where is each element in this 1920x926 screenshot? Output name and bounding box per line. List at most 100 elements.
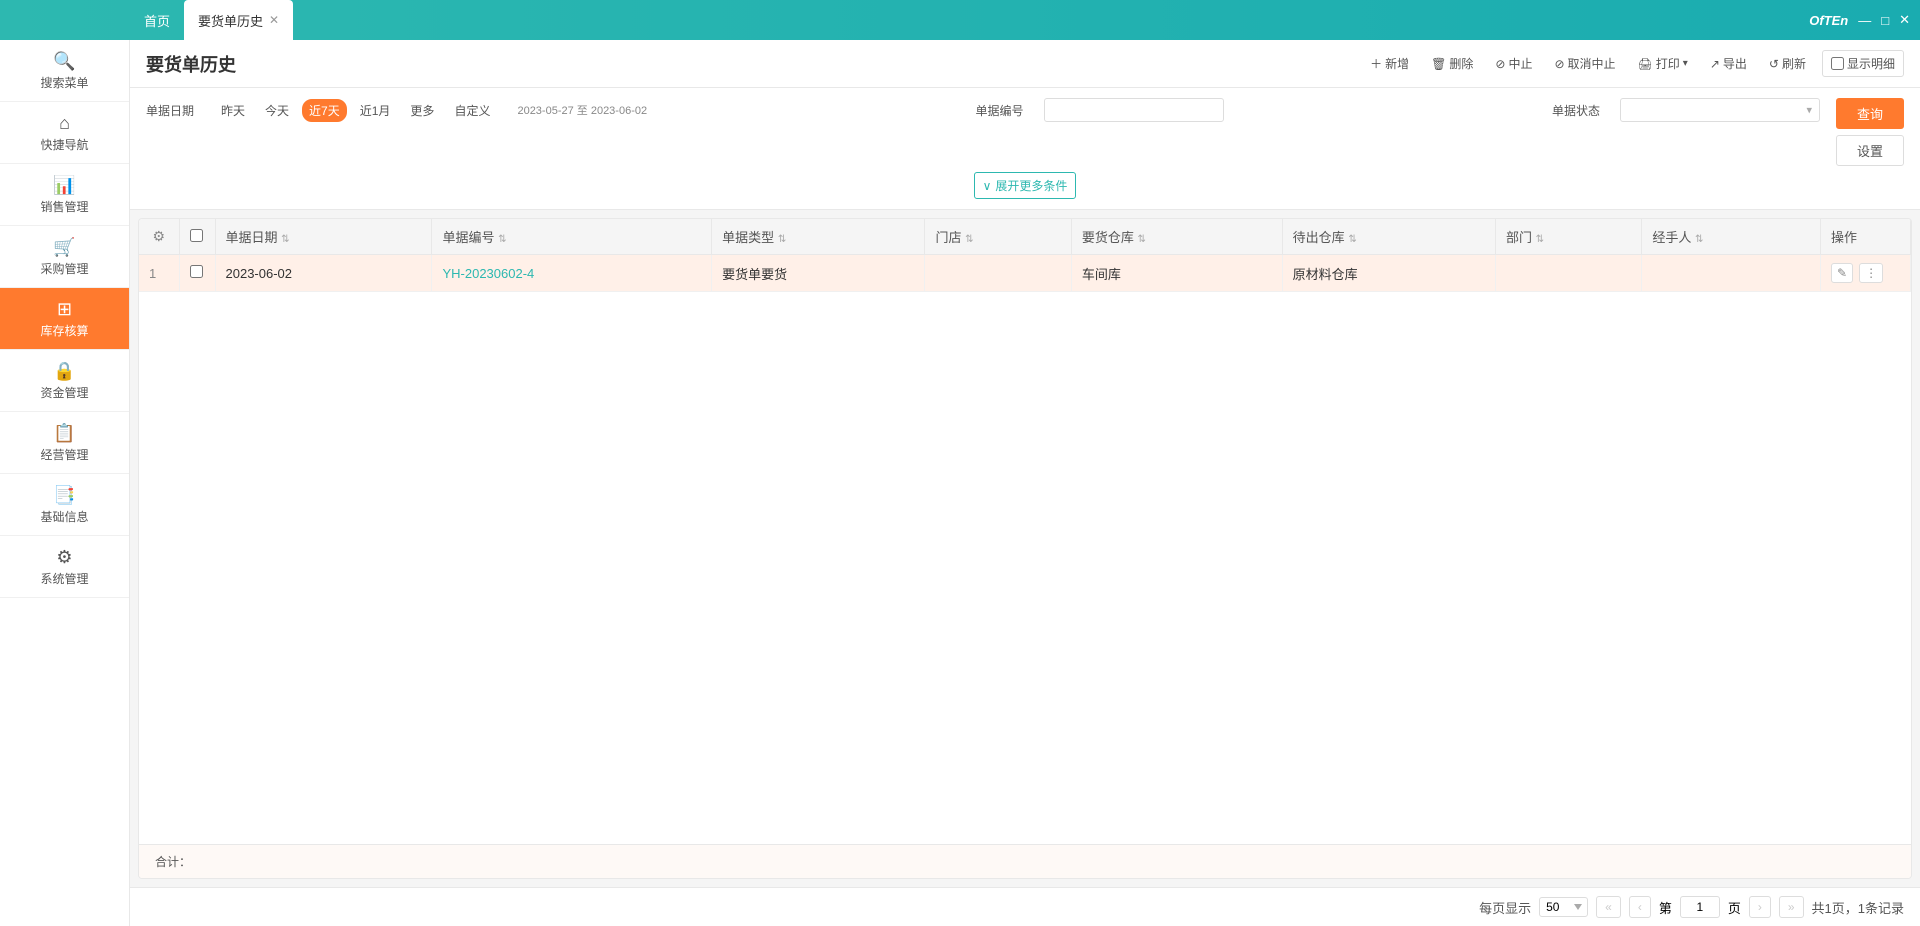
date-range-display: 2023-05-27 至 2023-06-02 (517, 102, 647, 118)
quick-date-7days[interactable]: 近7天 (302, 99, 347, 122)
sidebar-item-label: 采购管理 (40, 260, 88, 277)
sidebar-item-label: 搜索菜单 (40, 74, 88, 91)
print-icon: 🖨 (1638, 57, 1653, 71)
sidebar-item-sales[interactable]: 📊 销售管理 (0, 164, 129, 226)
sort-handler-icon: ⇅ (1695, 234, 1703, 245)
sidebar-item-system[interactable]: ⚙ 系统管理 (0, 536, 129, 598)
refresh-label: 刷新 (1782, 55, 1806, 72)
tab-home[interactable]: 首页 (130, 0, 184, 40)
sidebar-item-basic-info[interactable]: 📑 基础信息 (0, 474, 129, 536)
sidebar-item-label: 资金管理 (40, 384, 88, 401)
delete-icon: 🗑 (1431, 57, 1446, 71)
refresh-icon: ↺ (1769, 57, 1779, 71)
refresh-button[interactable]: ↺ 刷新 (1763, 51, 1812, 76)
sidebar-item-search-menu[interactable]: 🔍 搜索菜单 (0, 40, 129, 102)
status-select-wrapper (1620, 98, 1820, 122)
new-button[interactable]: ＋ 新增 (1364, 51, 1415, 76)
col-handler[interactable]: 经手人 ⇅ (1642, 219, 1821, 255)
sidebar-item-label: 经营管理 (40, 446, 88, 463)
sidebar-item-label: 库存核算 (40, 322, 88, 339)
export-label: 导出 (1723, 55, 1747, 72)
window-controls: OfTEn — □ ✕ (1809, 12, 1910, 28)
select-all-checkbox[interactable] (190, 229, 203, 242)
page-header: 要货单历史 ＋ 新增 🗑 删除 ⊘ 中止 ⊘ 取消中止 (130, 40, 1920, 88)
row-doc-date: 2023-06-02 (215, 255, 432, 292)
status-select[interactable] (1620, 98, 1820, 122)
finance-icon: 🔒 (53, 362, 75, 380)
table-row: 1 2023-06-02 YH-20230602-4 要货单要货 车间库 原材料… (139, 255, 1911, 292)
row-doc-no: YH-20230602-4 (432, 255, 712, 292)
first-page-button[interactable]: « (1596, 896, 1621, 918)
row-store (925, 255, 1071, 292)
print-label: 打印 (1656, 55, 1680, 72)
quick-date-custom[interactable]: 自定义 (447, 99, 497, 122)
col-pending-warehouse[interactable]: 待出仓库 ⇅ (1282, 219, 1495, 255)
delete-button[interactable]: 🗑 删除 (1425, 51, 1479, 76)
query-button[interactable]: 查询 (1836, 98, 1904, 129)
filter-settings-button[interactable]: 设置 (1836, 135, 1904, 166)
sort-doc-no-icon: ⇅ (498, 234, 506, 245)
stop-icon: ⊘ (1495, 57, 1505, 71)
new-icon: ＋ (1370, 55, 1382, 72)
sidebar-item-finance[interactable]: 🔒 资金管理 (0, 350, 129, 412)
row-more-button[interactable]: ⋮ (1859, 263, 1883, 283)
sidebar-item-label: 基础信息 (40, 508, 88, 525)
window-close-btn[interactable]: ✕ (1899, 12, 1910, 28)
data-table: ⚙ 单据日期 ⇅ 单据编号 ⇅ (139, 219, 1911, 292)
col-doc-date[interactable]: 单据日期 ⇅ (215, 219, 432, 255)
quick-date-1month[interactable]: 近1月 (353, 99, 398, 122)
doc-no-link[interactable]: YH-20230602-4 (442, 266, 534, 281)
quick-date-more[interactable]: 更多 (403, 99, 441, 122)
stop-button[interactable]: ⊘ 中止 (1489, 51, 1538, 76)
col-department[interactable]: 部门 ⇅ (1495, 219, 1641, 255)
total-label: 合计： (155, 853, 191, 870)
print-button[interactable]: 🖨 打印 ▾ (1632, 51, 1694, 76)
col-doc-type-label: 单据类型 (722, 230, 774, 245)
sidebar-item-purchase[interactable]: 🛒 采购管理 (0, 226, 129, 288)
total-info: 共1页，1条记录 (1812, 898, 1904, 917)
sidebar-item-operations[interactable]: 📋 经营管理 (0, 412, 129, 474)
col-req-warehouse[interactable]: 要货仓库 ⇅ (1071, 219, 1282, 255)
status-filter-label: 单据状态 (1552, 102, 1600, 119)
row-doc-type: 要货单要货 (712, 255, 925, 292)
cancel-stop-icon: ⊘ (1554, 57, 1564, 71)
col-doc-type[interactable]: 单据类型 ⇅ (712, 219, 925, 255)
row-pending-warehouse: 原材料仓库 (1282, 255, 1495, 292)
col-action-label: 操作 (1831, 230, 1857, 245)
quick-date-yesterday[interactable]: 昨天 (214, 99, 252, 122)
last-page-button[interactable]: » (1779, 896, 1804, 918)
show-detail-button[interactable]: 显示明细 (1822, 50, 1904, 77)
toolbar: ＋ 新增 🗑 删除 ⊘ 中止 ⊘ 取消中止 🖨 打印 (1364, 50, 1904, 87)
quick-date-today[interactable]: 今天 (258, 99, 296, 122)
pagination-bar: 每页显示 10 20 50 100 « ‹ 第 页 › » 共1页，1条记录 (130, 887, 1920, 926)
tab-req-history[interactable]: 要货单历史 ✕ (184, 0, 293, 40)
new-label: 新增 (1385, 55, 1409, 72)
purchase-icon: 🛒 (53, 238, 75, 256)
per-page-label: 每页显示 (1479, 898, 1531, 917)
row-edit-button[interactable]: ✎ (1831, 263, 1853, 283)
sidebar-item-quick-nav[interactable]: ⌂ 快捷导航 (0, 102, 129, 164)
inventory-icon: ⊞ (57, 300, 72, 318)
next-page-button[interactable]: › (1749, 896, 1771, 918)
cancel-stop-button[interactable]: ⊘ 取消中止 (1548, 51, 1621, 76)
row-select-checkbox[interactable] (190, 265, 203, 278)
maximize-btn[interactable]: □ (1881, 13, 1889, 28)
table-wrapper: ⚙ 单据日期 ⇅ 单据编号 ⇅ (138, 218, 1912, 879)
sales-icon: 📊 (53, 176, 75, 194)
prev-page-button[interactable]: ‹ (1629, 896, 1651, 918)
per-page-select[interactable]: 10 20 50 100 (1539, 897, 1588, 917)
minimize-btn[interactable]: — (1858, 13, 1871, 28)
col-settings[interactable]: ⚙ (139, 219, 179, 255)
sidebar-item-inventory[interactable]: ⊞ 库存核算 (0, 288, 129, 350)
column-settings-icon[interactable]: ⚙ (149, 228, 169, 245)
show-detail-checkbox[interactable] (1831, 57, 1844, 70)
expand-more-button[interactable]: ∨ 展开更多条件 (974, 172, 1077, 199)
export-button[interactable]: ↗ 导出 (1704, 51, 1753, 76)
print-dropdown-icon: ▾ (1683, 58, 1688, 69)
col-store[interactable]: 门店 ⇅ (925, 219, 1071, 255)
doc-no-input[interactable] (1044, 98, 1224, 122)
col-doc-no[interactable]: 单据编号 ⇅ (432, 219, 712, 255)
page-number-input[interactable] (1680, 896, 1720, 918)
tab-close-icon[interactable]: ✕ (269, 13, 279, 27)
col-req-warehouse-label: 要货仓库 (1082, 230, 1134, 245)
